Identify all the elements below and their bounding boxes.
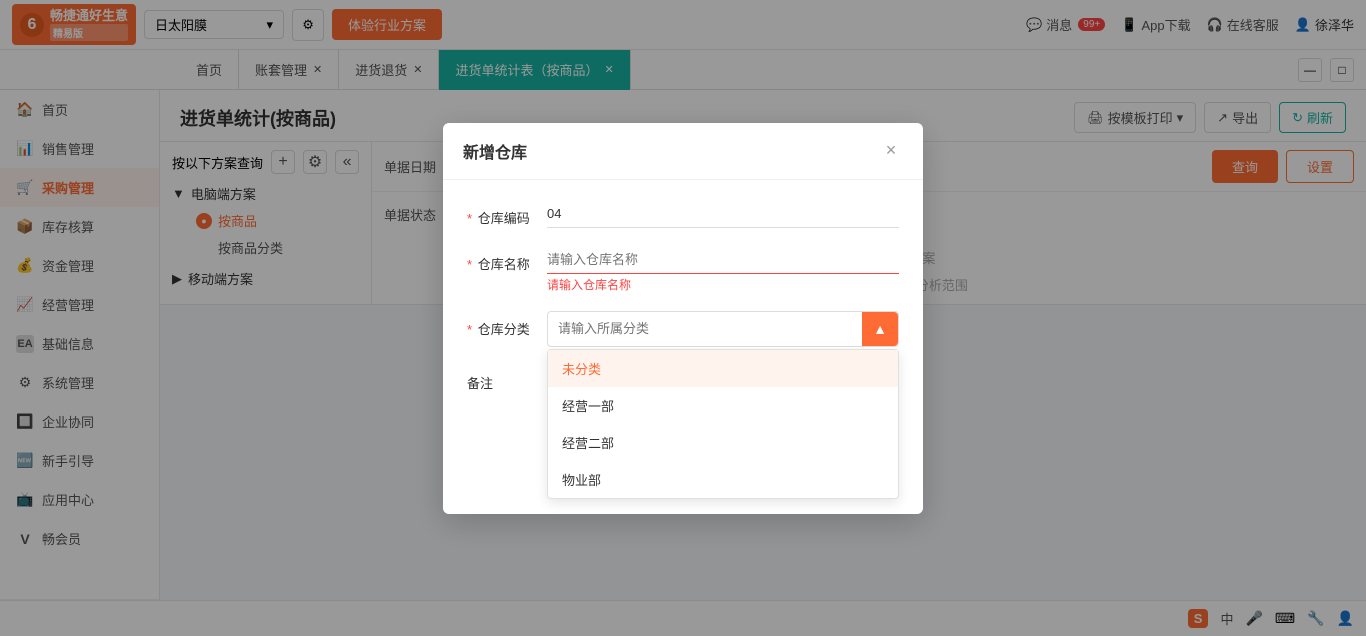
dropdown-item-ops1[interactable]: 经营一部 xyxy=(548,387,898,424)
required-star-classify: * xyxy=(467,322,472,337)
classify-input[interactable] xyxy=(548,314,862,343)
dialog-title: 新增仓库 xyxy=(463,139,527,163)
note-label: 备注 xyxy=(467,365,547,392)
name-input[interactable] xyxy=(547,246,899,274)
name-error-msg: 请输入仓库名称 xyxy=(547,276,899,293)
new-warehouse-dialog: 新增仓库 × * 仓库编码 * 仓库名称 xyxy=(443,123,923,514)
form-row-classify: * 仓库分类 ▲ 未分类 经营一部 经营二部 物业部 xyxy=(467,311,899,347)
classify-field: ▲ 未分类 经营一部 经营二部 物业部 xyxy=(547,311,899,347)
form-row-code: * 仓库编码 xyxy=(467,200,899,228)
form-row-name: * 仓库名称 请输入仓库名称 xyxy=(467,246,899,293)
code-input[interactable] xyxy=(547,200,899,228)
required-star-name: * xyxy=(467,257,472,272)
name-label: * 仓库名称 xyxy=(467,246,547,273)
dropdown-item-ops2[interactable]: 经营二部 xyxy=(548,424,898,461)
code-label: * 仓库编码 xyxy=(467,200,547,227)
classify-label: * 仓库分类 xyxy=(467,311,547,338)
required-star-code: * xyxy=(467,211,472,226)
dialog-header: 新增仓库 × xyxy=(443,123,923,180)
name-field: 请输入仓库名称 xyxy=(547,246,899,293)
classify-dropdown: 未分类 经营一部 经营二部 物业部 xyxy=(547,349,899,499)
dropdown-item-property[interactable]: 物业部 xyxy=(548,461,898,498)
dialog-close-button[interactable]: × xyxy=(879,139,903,163)
classify-input-wrapper: ▲ xyxy=(547,311,899,347)
dropdown-item-uncategorized[interactable]: 未分类 xyxy=(548,350,898,387)
dialog-body: * 仓库编码 * 仓库名称 请输入仓库名称 xyxy=(443,180,923,449)
classify-up-button[interactable]: ▲ xyxy=(862,312,898,346)
code-field xyxy=(547,200,899,228)
modal-overlay: 新增仓库 × * 仓库编码 * 仓库名称 xyxy=(0,0,1366,636)
